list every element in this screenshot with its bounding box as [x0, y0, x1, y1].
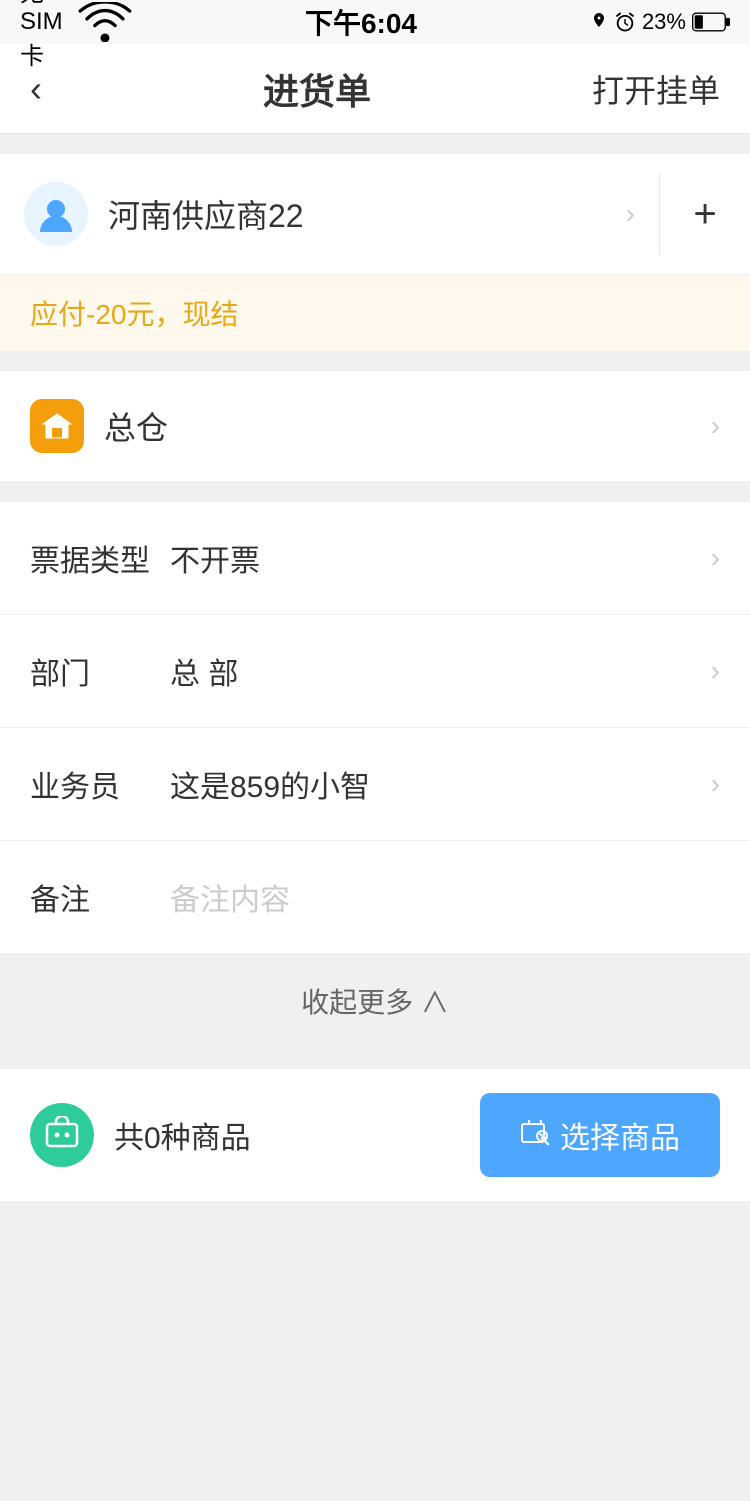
house-icon — [41, 410, 73, 442]
wifi-icon — [78, 2, 132, 42]
bottom-bar: 共0种商品 选择商品 — [0, 1069, 750, 1201]
salesperson-value: 这是859的小智 — [170, 762, 711, 806]
page-title: 进货单 — [263, 63, 371, 115]
status-bar: 无 SIM 卡 下午6:04 23% — [0, 0, 750, 44]
warehouse-icon — [30, 399, 84, 453]
salesperson-label: 业务员 — [30, 762, 170, 806]
notice-banner: 应付-20元，现结 — [0, 275, 750, 351]
supplier-chevron-icon: › — [626, 198, 635, 230]
department-value: 总 部 — [170, 649, 711, 693]
product-icon — [30, 1103, 94, 1167]
warehouse-name: 总仓 — [104, 403, 711, 449]
department-chevron-icon: › — [711, 655, 720, 687]
invoice-type-value: 不开票 — [170, 536, 711, 580]
cart-icon — [43, 1116, 81, 1154]
supplier-section: 河南供应商22 › + — [0, 154, 750, 275]
collapse-label: 收起更多 ∧ — [301, 981, 449, 1021]
select-product-label: 选择商品 — [560, 1113, 680, 1157]
salesperson-chevron-icon: › — [711, 768, 720, 800]
person-icon — [36, 194, 76, 234]
invoice-type-label: 票据类型 — [30, 536, 170, 580]
remark-input[interactable]: 备注内容 — [170, 875, 720, 919]
section-gap-1 — [0, 134, 750, 154]
collapse-button[interactable]: 收起更多 ∧ — [0, 953, 750, 1049]
page-background — [0, 1201, 750, 1501]
warehouse-section: 总仓 › — [0, 371, 750, 482]
supplier-name: 河南供应商22 — [108, 191, 606, 237]
alarm-icon — [614, 11, 636, 33]
warehouse-selector[interactable]: 总仓 › — [0, 371, 750, 482]
remark-row[interactable]: 备注 备注内容 — [0, 841, 750, 953]
location-icon — [590, 13, 608, 31]
remark-label: 备注 — [30, 875, 170, 919]
salesperson-row[interactable]: 业务员 这是859的小智 › — [0, 728, 750, 841]
select-product-button[interactable]: 选择商品 — [480, 1093, 720, 1177]
add-supplier-button[interactable]: + — [660, 154, 750, 274]
status-right: 23% — [590, 9, 730, 35]
open-pending-button[interactable]: 打开挂单 — [592, 66, 720, 112]
department-label: 部门 — [30, 649, 170, 693]
product-count: 共0种商品 — [114, 1113, 460, 1157]
status-time: 下午6:04 — [305, 2, 417, 42]
supplier-selector[interactable]: 河南供应商22 › — [0, 154, 659, 274]
back-button[interactable]: ‹ — [30, 68, 42, 110]
warehouse-chevron-icon: › — [711, 410, 720, 442]
supplier-avatar — [24, 182, 88, 246]
select-product-icon — [520, 1120, 550, 1150]
invoice-type-row[interactable]: 票据类型 不开票 › — [0, 502, 750, 615]
status-carrier: 无 SIM 卡 — [20, 0, 132, 71]
battery-icon — [692, 12, 730, 32]
invoice-type-chevron-icon: › — [711, 542, 720, 574]
form-section: 票据类型 不开票 › 部门 总 部 › 业务员 这是859的小智 › 备注 备注… — [0, 502, 750, 953]
department-row[interactable]: 部门 总 部 › — [0, 615, 750, 728]
